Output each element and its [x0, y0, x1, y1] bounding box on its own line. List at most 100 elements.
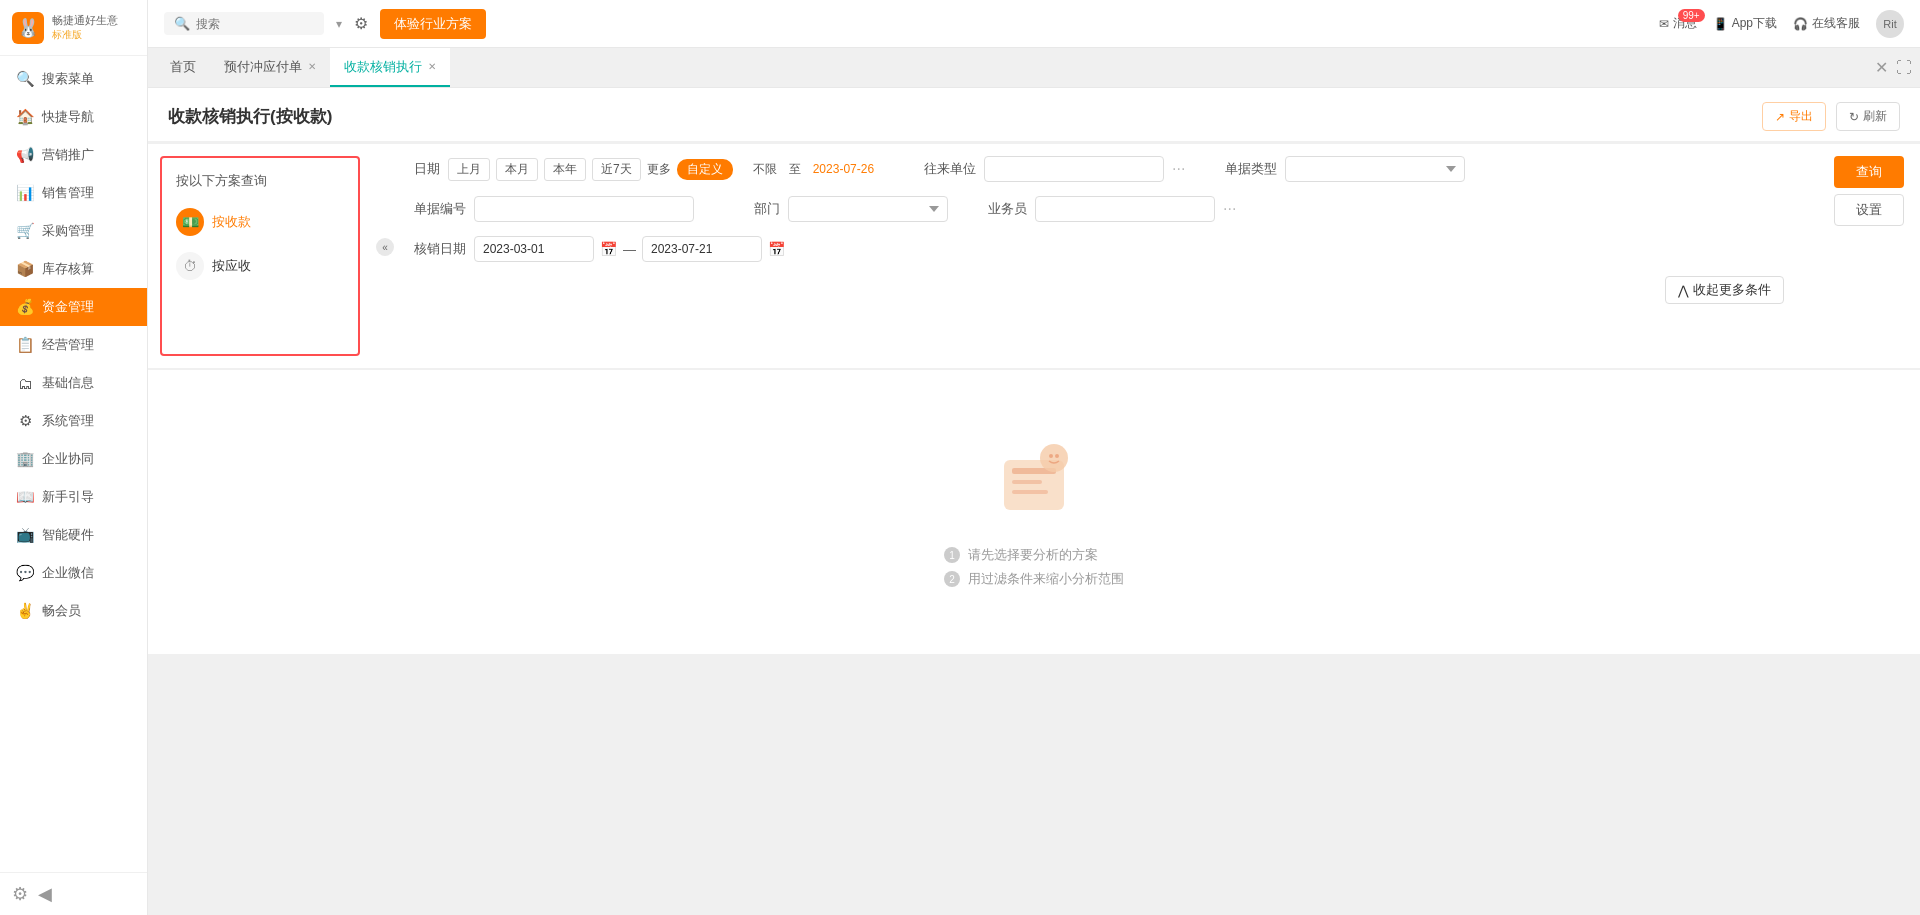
export-button[interactable]: ↗ 导出: [1762, 102, 1826, 131]
date-btn-last7days[interactable]: 近7天: [592, 158, 641, 181]
sidebar-item-sales[interactable]: 📊销售管理: [0, 174, 147, 212]
filter-option-by-receipt[interactable]: 💵 按收款: [162, 200, 358, 244]
topbar-search-box[interactable]: 🔍: [164, 12, 324, 35]
wechat-icon: 💬: [16, 564, 34, 582]
staff-input[interactable]: [1035, 196, 1215, 222]
user-avatar[interactable]: Rit: [1876, 10, 1904, 38]
date-group: 日期 上月 本月 本年 近7天 更多 自定义: [414, 158, 733, 181]
settings-icon[interactable]: ⚙: [12, 883, 28, 905]
dropdown-arrow-icon[interactable]: ▾: [336, 17, 342, 31]
refresh-icon: ↻: [1849, 110, 1859, 124]
service-label: 在线客服: [1812, 15, 1860, 32]
solution-button[interactable]: 体验行业方案: [380, 9, 486, 39]
basic-info-icon: 🗂: [16, 375, 34, 392]
sidebar-item-system[interactable]: ⚙系统管理: [0, 402, 147, 440]
filter-option-by-receivable[interactable]: ⏱ 按应收: [162, 244, 358, 288]
purchase-label: 采购管理: [42, 222, 94, 240]
sidebar-nav: 🔍搜索菜单🏠快捷导航📢营销推广📊销售管理 🛒 采购管理 📦库存核算💰资金管理📋经营管理…: [0, 56, 147, 872]
page-header: 收款核销执行(按收款) ↗ 导出 ↻ 刷新: [148, 88, 1920, 142]
tab-home[interactable]: 首页: [156, 48, 210, 87]
date-btn-prev-month[interactable]: 上月: [448, 158, 490, 181]
sidebar-item-wechat[interactable]: 💬 企业微信: [0, 554, 147, 592]
sidebar-item-enterprise[interactable]: 🏢企业协同: [0, 440, 147, 478]
collapse-more-row: ⋀ 收起更多条件: [414, 276, 1904, 304]
sidebar-item-smart-hardware[interactable]: 📺智能硬件: [0, 516, 147, 554]
settings-button[interactable]: 设置: [1834, 194, 1904, 226]
date-custom-badge[interactable]: 自定义: [677, 159, 733, 180]
filter-row-1: 日期 上月 本月 本年 近7天 更多 自定义 不限 至 2023: [414, 156, 1904, 182]
collapse-sidebar-icon[interactable]: ◀: [38, 883, 52, 905]
app-download-button[interactable]: 📱 App下载: [1713, 15, 1777, 32]
tip-text-1: 请先选择要分析的方案: [968, 546, 1098, 564]
sidebar-item-purchase[interactable]: 🛒 采购管理: [0, 212, 147, 250]
basic-info-label: 基础信息: [42, 374, 94, 392]
purchase-icon: 🛒: [16, 222, 34, 240]
date-btn-this-month[interactable]: 本月: [496, 158, 538, 181]
verify-date-start-calendar-icon[interactable]: 📅: [600, 241, 617, 257]
sidebar-item-beginner[interactable]: 📖新手引导: [0, 478, 147, 516]
svg-point-6: [1055, 454, 1059, 458]
doc-type-select[interactable]: [1285, 156, 1465, 182]
tab-receipt-writeoff-close[interactable]: ✕: [428, 61, 436, 72]
query-button[interactable]: 查询: [1834, 156, 1904, 188]
tab-receipt-writeoff[interactable]: 收款核销执行 ✕: [330, 48, 450, 87]
date-more-btn[interactable]: 更多: [647, 161, 671, 178]
verify-date-end-calendar-icon[interactable]: 📅: [768, 241, 785, 257]
logo-icon: 🐰: [12, 12, 44, 44]
search-input[interactable]: [196, 17, 314, 31]
export-icon: ↗: [1775, 110, 1785, 124]
sidebar-item-operations[interactable]: 📋经营管理: [0, 326, 147, 364]
filter-row-3: 核销日期 📅 — 📅: [414, 236, 1904, 262]
marketing-icon: 📢: [16, 146, 34, 164]
message-badge: 99+: [1678, 9, 1705, 22]
online-service-button[interactable]: 🎧 在线客服: [1793, 15, 1860, 32]
staff-group: 业务员 ···: [988, 196, 1236, 222]
date-nolimit-group: 不限 至 2023-07-26: [753, 161, 874, 178]
sidebar-item-basic-info[interactable]: 🗂 基础信息: [0, 364, 147, 402]
dept-select[interactable]: [788, 196, 948, 222]
tabbar-close-icon[interactable]: ✕: [1875, 58, 1888, 77]
filter-panel-title: 按以下方案查询: [162, 168, 358, 200]
operations-label: 经营管理: [42, 336, 94, 354]
sidebar-item-member[interactable]: ✌畅会员: [0, 592, 147, 630]
sidebar-item-search-menu[interactable]: 🔍搜索菜单: [0, 60, 147, 98]
search-icon: 🔍: [174, 16, 190, 31]
quick-nav-label: 快捷导航: [42, 108, 94, 126]
collapse-panel-arrow[interactable]: «: [376, 238, 394, 256]
tab-prepay[interactable]: 预付冲应付单 ✕: [210, 48, 330, 87]
verify-date-label: 核销日期: [414, 240, 466, 258]
beginner-icon: 📖: [16, 488, 34, 506]
refresh-button[interactable]: ↻ 刷新: [1836, 102, 1900, 131]
staff-ellipsis[interactable]: ···: [1223, 200, 1236, 218]
topbar-gear-icon[interactable]: ⚙: [354, 14, 368, 33]
verify-date-end-input[interactable]: [642, 236, 762, 262]
topbar: 🔍 ▾ ⚙ 体验行业方案 ✉ 消息 99+ 📱 App下载 🎧 在线客服 Rit: [148, 0, 1920, 48]
collapse-more-label: 收起更多条件: [1693, 281, 1771, 299]
date-range-end-text: 2023-07-26: [813, 162, 874, 176]
system-icon: ⚙: [16, 412, 34, 430]
collapse-more-button[interactable]: ⋀ 收起更多条件: [1665, 276, 1784, 304]
dept-group: 部门: [754, 196, 948, 222]
funds-label: 资金管理: [42, 298, 94, 316]
message-button[interactable]: ✉ 消息 99+: [1659, 15, 1697, 32]
verify-date-start-input[interactable]: [474, 236, 594, 262]
sidebar-item-quick-nav[interactable]: 🏠快捷导航: [0, 98, 147, 136]
empty-tips-list: 1 请先选择要分析的方案 2 用过滤条件来缩小分析范围: [944, 546, 1124, 594]
sidebar-item-marketing[interactable]: 📢营销推广: [0, 136, 147, 174]
sales-label: 销售管理: [42, 184, 94, 202]
partner-group: 往来单位 ···: [924, 156, 1185, 182]
search-menu-label: 搜索菜单: [42, 70, 94, 88]
docno-input[interactable]: [474, 196, 694, 222]
tabbar-expand-icon[interactable]: ⛶: [1896, 59, 1912, 77]
partner-input[interactable]: [984, 156, 1164, 182]
docno-label: 单据编号: [414, 200, 466, 218]
svg-point-5: [1049, 454, 1053, 458]
sidebar-item-funds[interactable]: 💰资金管理: [0, 288, 147, 326]
sidebar-item-inventory[interactable]: 📦库存核算: [0, 250, 147, 288]
date-btn-this-year[interactable]: 本年: [544, 158, 586, 181]
partner-ellipsis[interactable]: ···: [1172, 160, 1185, 178]
partner-label: 往来单位: [924, 160, 976, 178]
wechat-label: 企业微信: [42, 564, 94, 582]
tip-num-1: 1: [944, 547, 960, 563]
tab-prepay-close[interactable]: ✕: [308, 61, 316, 72]
